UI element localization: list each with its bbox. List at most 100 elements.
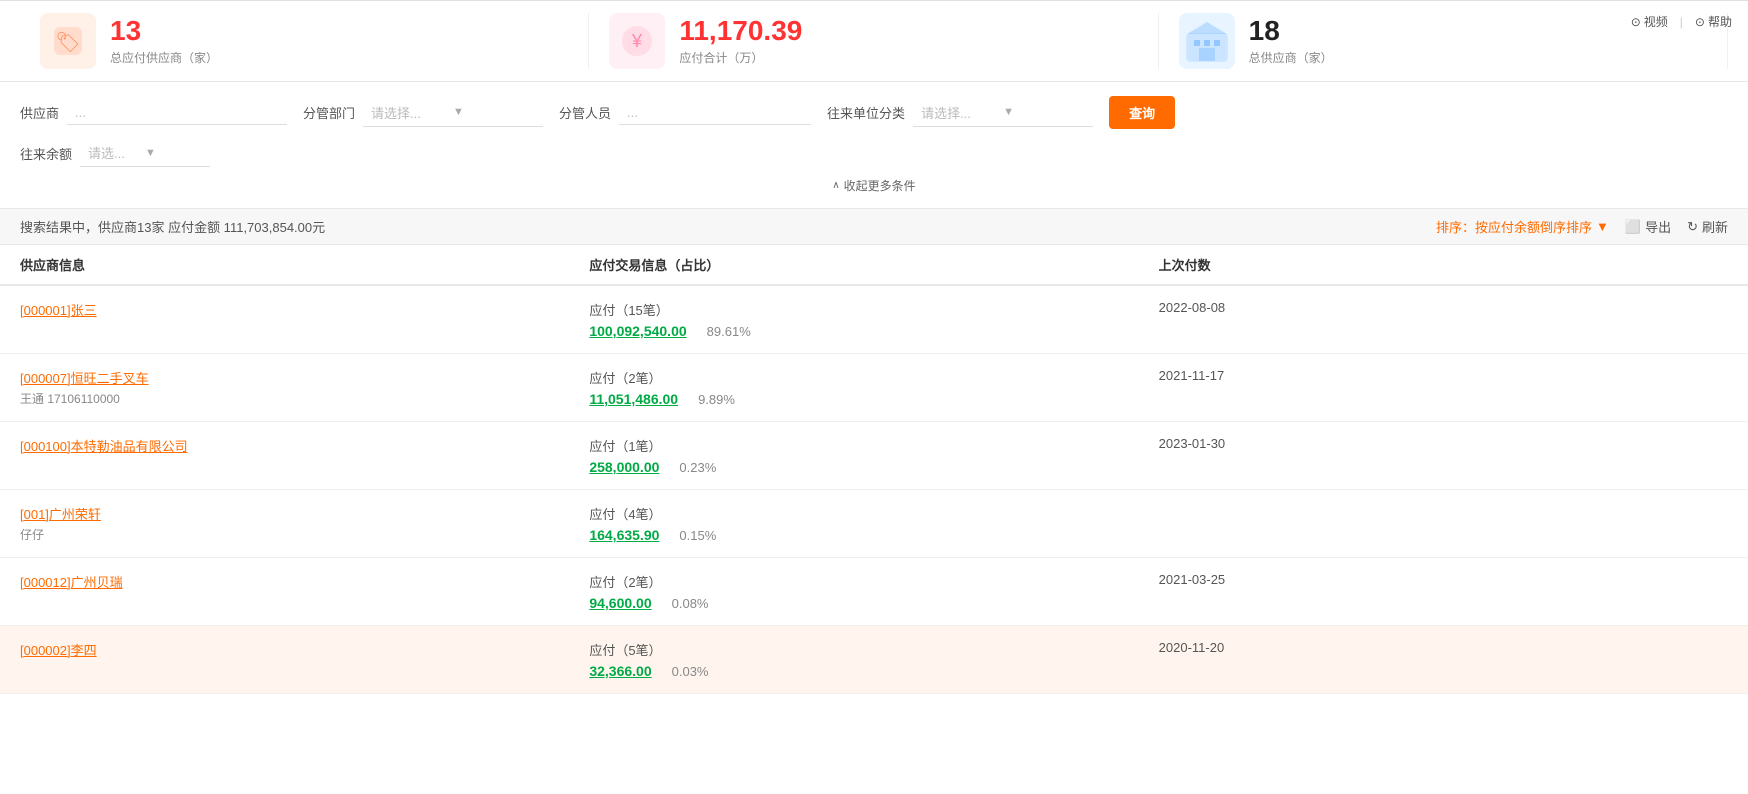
supplier-link-4[interactable]: [001]广州荣轩 (20, 504, 589, 523)
export-icon: ⬜ (1625, 219, 1641, 235)
stat-block-2: ¥ 11,170.39 应付合计（万） (589, 13, 1158, 69)
svg-text:¥: ¥ (631, 31, 643, 51)
results-actions: 排序：按应付余额倒序排序 ▼ ⬜ 导出 ↻ 刷新 (1436, 217, 1728, 236)
table-body: [000001]张三 应付（15笔） 100,092,540.00 89.61%… (0, 286, 1748, 794)
person-input[interactable] (619, 101, 811, 125)
tx-cell-6: 应付（5笔） 32,366.00 0.03% (589, 640, 1158, 679)
filter-item-dept: 分管部门 请选择... ▼ (303, 99, 543, 127)
tx-cell-1: 应付（15笔） 100,092,540.00 89.61% (589, 300, 1158, 339)
tx-cell-2: 应付（2笔） 11,051,486.00 9.89% (589, 368, 1158, 407)
stat-label-3: 总供应商（家） (1249, 49, 1333, 66)
stat-number-3: 18 (1249, 17, 1333, 45)
last-pay-6: 2020-11-20 (1159, 640, 1728, 655)
filter-item-category: 往来单位分类 请选择... ▼ (827, 99, 1093, 127)
stat-info-2: 11,170.39 应付合计（万） (679, 17, 802, 66)
stat-info-3: 18 总供应商（家） (1249, 17, 1333, 66)
category-label: 往来单位分类 (827, 103, 905, 122)
tx-percent-3: 0.23% (679, 460, 716, 475)
last-pay-5: 2021-03-25 (1159, 572, 1728, 587)
supplier-link-2[interactable]: [000007]恒旺二手叉车 (20, 368, 589, 387)
table-row[interactable]: [000007]恒旺二手叉车 王通 17106110000 应付（2笔） 11,… (0, 354, 1748, 422)
results-info: 搜索结果中，供应商13家 应付金额 111,703,854.00元 (20, 217, 325, 236)
last-pay-3: 2023-01-30 (1159, 436, 1728, 451)
stat-icon-2: ¥ (609, 13, 665, 69)
filter-item-balance: 往来余额 请选... ▼ (20, 139, 210, 167)
dept-select[interactable]: 请选择... ▼ (363, 99, 543, 127)
filter-row-1: 供应商 分管部门 请选择... ▼ 分管人员 往来单位分类 请选择... ▼ (20, 96, 1728, 129)
video-link[interactable]: ⊙ 视频 (1631, 13, 1668, 30)
tx-cell-4: 应付（4笔） 164,635.90 0.15% (589, 504, 1158, 543)
stat-block-1: 🏷 13 总应付供应商（家） (20, 13, 589, 69)
supplier-link-1[interactable]: [000001]张三 (20, 300, 589, 319)
stat-icon-3 (1179, 13, 1235, 69)
query-button[interactable]: 查询 (1109, 96, 1175, 129)
video-icon: ⊙ (1631, 15, 1641, 29)
results-bar: 搜索结果中，供应商13家 应付金额 111,703,854.00元 排序：按应付… (0, 209, 1748, 245)
collapse-arrow-icon: ∧ (832, 180, 839, 191)
supplier-cell-4: [001]广州荣轩 仔仔 (20, 504, 589, 543)
tx-amount-6[interactable]: 32,366.00 (589, 663, 651, 679)
table-row[interactable]: [000100]本特勒油品有限公司 应付（1笔） 258,000.00 0.23… (0, 422, 1748, 490)
tx-cell-5: 应付（2笔） 94,600.00 0.08% (589, 572, 1158, 611)
refresh-icon: ↻ (1687, 219, 1698, 235)
supplier-input[interactable] (67, 101, 287, 125)
category-select[interactable]: 请选择... ▼ (913, 99, 1093, 127)
svg-text:🏷: 🏷 (55, 32, 80, 54)
header-actions: ⊙ 视频 | ⊙ 帮助 (1631, 13, 1732, 30)
tx-amount-5[interactable]: 94,600.00 (589, 595, 651, 611)
filter-item-supplier: 供应商 (20, 101, 287, 125)
tx-amount-4[interactable]: 164,635.90 (589, 527, 659, 543)
col-header-supplier: 供应商信息 (20, 255, 589, 274)
stat-info-1: 13 总应付供应商（家） (110, 17, 218, 66)
help-link[interactable]: ⊙ 帮助 (1695, 13, 1732, 30)
supplier-cell-6: [000002]李四 (20, 640, 589, 659)
supplier-label: 供应商 (20, 103, 59, 122)
category-arrow-icon: ▼ (1003, 106, 1085, 118)
supplier-cell-3: [000100]本特勒油品有限公司 (20, 436, 589, 455)
export-button[interactable]: ⬜ 导出 (1625, 217, 1671, 236)
refresh-button[interactable]: ↻ 刷新 (1687, 217, 1728, 236)
supplier-cell-5: [000012]广州贝瑞 (20, 572, 589, 591)
filter-row-2: 往来余额 请选... ▼ (20, 139, 1728, 167)
tx-amount-1[interactable]: 100,092,540.00 (589, 323, 686, 339)
supplier-sub-4: 仔仔 (20, 526, 589, 543)
stat-label-2: 应付合计（万） (679, 49, 802, 66)
table-row[interactable]: [000001]张三 应付（15笔） 100,092,540.00 89.61%… (0, 286, 1748, 354)
collapse-button[interactable]: ∧ 收起更多条件 (832, 177, 915, 194)
tx-percent-4: 0.15% (679, 528, 716, 543)
balance-select[interactable]: 请选... ▼ (80, 139, 210, 167)
balance-arrow-icon: ▼ (145, 147, 202, 159)
stat-number-2: 11,170.39 (679, 17, 802, 45)
table-header: 供应商信息 应付交易信息（占比） 上次付数 (0, 245, 1748, 286)
sort-arrow-icon: ▼ (1596, 219, 1609, 234)
filter-area: 供应商 分管部门 请选择... ▼ 分管人员 往来单位分类 请选择... ▼ (0, 82, 1748, 209)
tx-amount-3[interactable]: 258,000.00 (589, 459, 659, 475)
person-label: 分管人员 (559, 103, 611, 122)
supplier-cell-2: [000007]恒旺二手叉车 王通 17106110000 (20, 368, 589, 407)
table-row[interactable]: [000012]广州贝瑞 应付（2笔） 94,600.00 0.08% 2021… (0, 558, 1748, 626)
header-stats: 🏷 13 总应付供应商（家） ¥ 11,170.39 应付合计（万） (0, 1, 1748, 82)
tx-amount-2[interactable]: 11,051,486.00 (589, 391, 678, 407)
supplier-sub-2: 王通 17106110000 (20, 390, 589, 407)
supplier-link-6[interactable]: [000002]李四 (20, 640, 589, 659)
tx-percent-2: 9.89% (698, 392, 735, 407)
last-pay-2: 2021-11-17 (1159, 368, 1728, 383)
supplier-link-5[interactable]: [000012]广州贝瑞 (20, 572, 589, 591)
dept-arrow-icon: ▼ (453, 106, 535, 118)
table-area: 供应商信息 应付交易信息（占比） 上次付数 [000001]张三 应付（15笔）… (0, 245, 1748, 794)
filter-item-person: 分管人员 (559, 101, 811, 125)
tx-percent-6: 0.03% (672, 664, 709, 679)
table-row[interactable]: [001]广州荣轩 仔仔 应付（4笔） 164,635.90 0.15% (0, 490, 1748, 558)
stat-icon-1: 🏷 (40, 13, 96, 69)
table-row[interactable]: [000002]李四 应付（5笔） 32,366.00 0.03% 2020-1… (0, 626, 1748, 694)
col-header-tx: 应付交易信息（占比） (589, 255, 1158, 274)
dept-label: 分管部门 (303, 103, 355, 122)
tx-percent-5: 0.08% (672, 596, 709, 611)
supplier-link-3[interactable]: [000100]本特勒油品有限公司 (20, 436, 589, 455)
sort-select[interactable]: 排序：按应付余额倒序排序 ▼ (1436, 217, 1609, 236)
tx-cell-3: 应付（1笔） 258,000.00 0.23% (589, 436, 1158, 475)
stat-number-1: 13 (110, 17, 218, 45)
stat-label-1: 总应付供应商（家） (110, 49, 218, 66)
help-icon: ⊙ (1695, 15, 1705, 29)
col-header-lastpay: 上次付数 (1159, 255, 1728, 274)
